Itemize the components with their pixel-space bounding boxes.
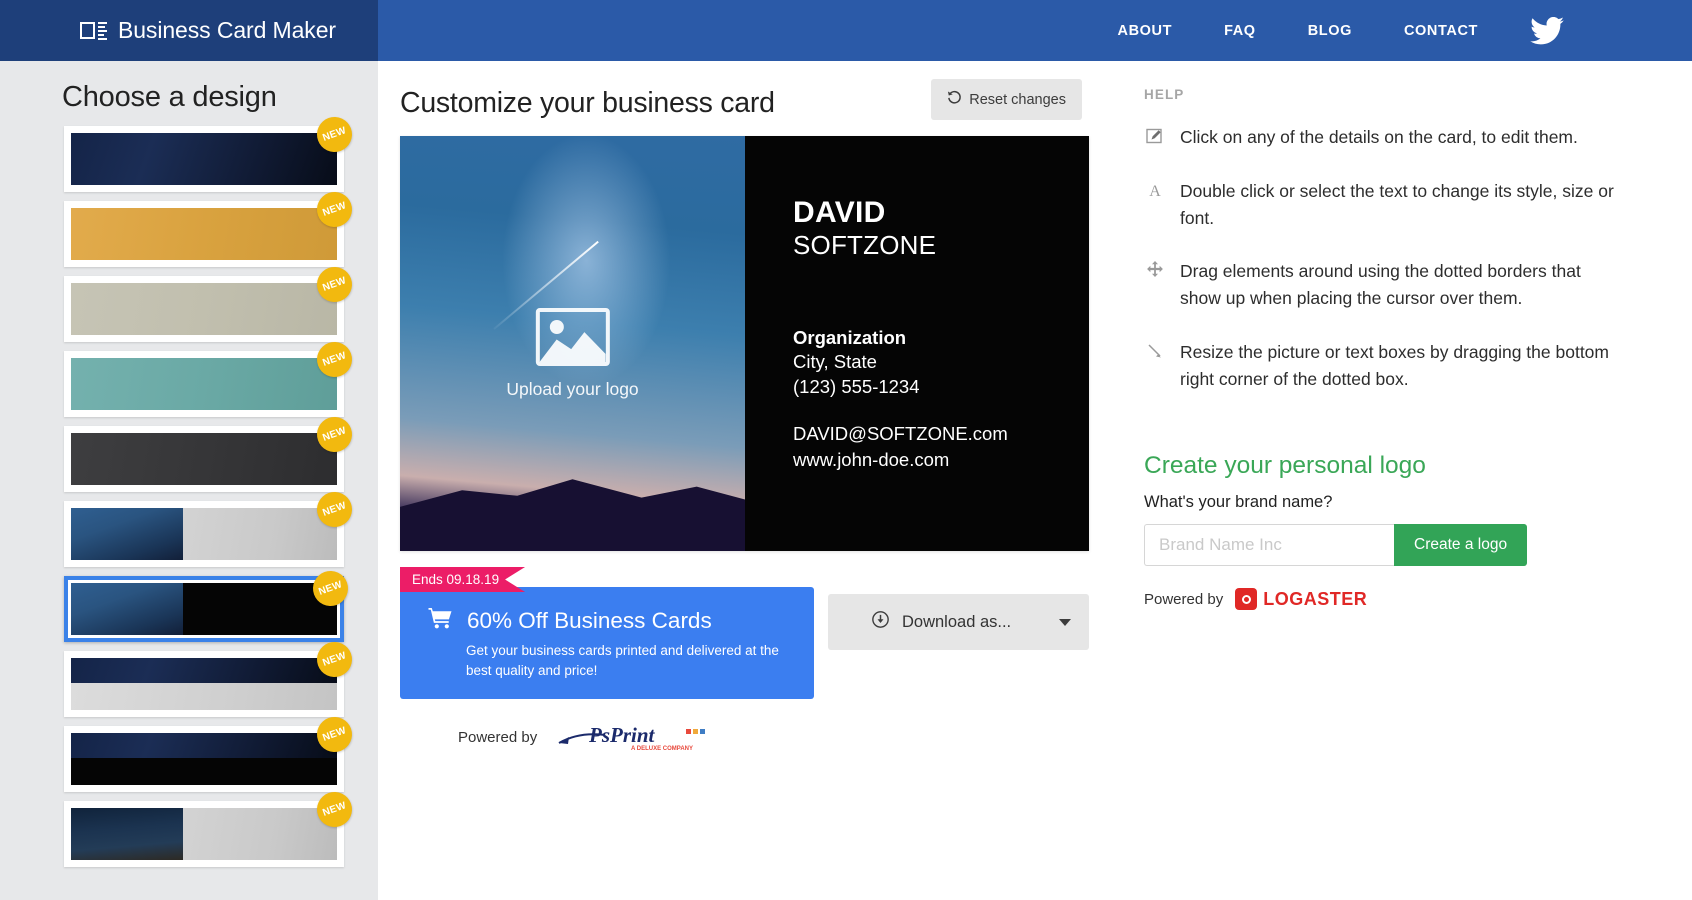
reset-changes-label: Reset changes xyxy=(969,91,1066,108)
card-list-icon xyxy=(80,21,107,40)
design-thumbnail xyxy=(71,733,337,785)
nav-link-about[interactable]: ABOUT xyxy=(1092,23,1199,39)
design-thumbnail xyxy=(71,133,337,185)
design-thumbnail xyxy=(71,583,337,635)
sidebar-title: Choose a design xyxy=(62,81,277,113)
nav-link-blog[interactable]: BLOG xyxy=(1282,23,1378,39)
help-item-text: Resize the picture or text boxes by drag… xyxy=(1180,341,1609,389)
download-as-label: Download as... xyxy=(902,612,1012,631)
edit-pencil-icon xyxy=(1144,124,1166,145)
design-thumbnail xyxy=(71,808,337,860)
promo-wrapper: Ends 09.18.19 60% Off Business Cards Get… xyxy=(400,567,814,699)
logo-promo-section: Create your personal logo What's your br… xyxy=(1144,452,1622,611)
help-heading: HELP xyxy=(1144,87,1185,102)
business-card-preview[interactable]: Upload your logo DAVID SOFTZONE Organiza… xyxy=(400,136,1089,551)
twitter-icon[interactable] xyxy=(1530,16,1564,45)
powered-by-logaster-row: Powered by LOGASTER xyxy=(1144,588,1622,611)
design-thumbnail xyxy=(71,208,337,260)
logo-promo-title: Create your personal logo xyxy=(1144,452,1426,480)
page-title: Customize your business card xyxy=(400,87,775,119)
design-option[interactable]: NEW xyxy=(64,337,357,417)
card-phone[interactable]: (123) 555-1234 xyxy=(793,375,1089,400)
help-panel: HELP Click on any of the details on the … xyxy=(1098,61,1692,900)
design-thumbnail xyxy=(71,283,337,335)
nav-link-contact[interactable]: CONTACT xyxy=(1378,23,1504,39)
card-city-state[interactable]: City, State xyxy=(793,350,1089,375)
card-first-name[interactable]: DAVID xyxy=(793,196,1089,229)
logaster-logo: LOGASTER xyxy=(1235,588,1368,611)
promo-title-row: 60% Off Business Cards xyxy=(428,607,792,635)
reset-changes-button[interactable]: Reset changes xyxy=(931,79,1082,120)
logaster-wordmark: LOGASTER xyxy=(1263,588,1368,609)
design-option[interactable]: NEW xyxy=(64,262,357,342)
promo-banner[interactable]: 60% Off Business Cards Get your business… xyxy=(400,587,814,699)
design-option[interactable]: NEW xyxy=(64,412,357,492)
move-arrows-icon xyxy=(1144,258,1166,279)
main-navigation: ABOUT FAQ BLOG CONTACT xyxy=(378,0,1692,61)
download-as-button[interactable]: Download as... xyxy=(828,594,1089,650)
cart-icon xyxy=(428,607,453,635)
design-thumbnail xyxy=(71,658,337,710)
promo-title: 60% Off Business Cards xyxy=(467,608,712,633)
design-thumbnail xyxy=(71,433,337,485)
card-organization[interactable]: Organization xyxy=(793,326,1089,351)
help-item-text: Drag elements around using the dotted bo… xyxy=(1180,261,1581,309)
logaster-powered-label: Powered by xyxy=(1144,590,1224,608)
help-item: A Double click or select the text to cha… xyxy=(1144,178,1622,232)
logo-promo-question: What's your brand name? xyxy=(1144,493,1333,512)
card-image-side[interactable]: Upload your logo xyxy=(400,136,745,551)
logo-form: Create a logo xyxy=(1144,524,1528,567)
card-website[interactable]: www.john-doe.com xyxy=(793,447,1089,472)
design-option[interactable]: NEW xyxy=(64,637,357,717)
app-title: Business Card Maker xyxy=(118,17,336,43)
card-email[interactable]: DAVID@SOFTZONE.com xyxy=(793,421,1089,446)
svg-text:A: A xyxy=(1149,183,1161,199)
design-sidebar: Choose a design NEW NEW NEW NEW NEW NEW NEW NEW… xyxy=(0,61,378,900)
help-item: Resize the picture or text boxes by drag… xyxy=(1144,339,1622,393)
chevron-down-icon[interactable] xyxy=(1059,618,1071,626)
powered-by-label: Powered by xyxy=(458,728,538,746)
psprint-logo: PsPrint A DELUXE COMPANY xyxy=(555,721,707,753)
card-last-name[interactable]: SOFTZONE xyxy=(793,229,1089,262)
download-circle-icon xyxy=(872,611,889,633)
powered-by-psprint-row: Powered by PsPrint A DELUXE COMPANY xyxy=(400,721,1098,753)
design-list: NEW NEW NEW NEW NEW NEW NEW NEW NEW NEW xyxy=(0,112,378,867)
design-option[interactable]: NEW xyxy=(64,487,357,567)
logaster-mark-icon xyxy=(1235,588,1258,611)
design-option[interactable]: NEW xyxy=(64,566,353,642)
brand-name-input[interactable] xyxy=(1144,524,1394,567)
main-panel: Customize your business card Reset chang… xyxy=(378,61,1098,900)
promo-subtitle: Get your business cards printed and deli… xyxy=(466,643,779,678)
promo-row: Ends 09.18.19 60% Off Business Cards Get… xyxy=(400,567,1098,699)
upload-logo-dropzone[interactable]: Upload your logo xyxy=(506,308,639,400)
app-header: Business Card Maker ABOUT FAQ BLOG CONTA… xyxy=(0,0,1692,61)
design-option[interactable]: NEW xyxy=(64,712,357,792)
text-style-icon: A xyxy=(1144,178,1166,199)
help-item: Click on any of the details on the card,… xyxy=(1144,124,1622,151)
upload-logo-label: Upload your logo xyxy=(506,379,639,399)
design-thumbnail xyxy=(71,358,337,410)
svg-text:PsPrint: PsPrint xyxy=(588,723,656,747)
resize-corner-icon xyxy=(1144,339,1166,360)
design-thumbnail xyxy=(71,508,337,560)
design-option[interactable]: NEW xyxy=(64,787,357,867)
nav-link-faq[interactable]: FAQ xyxy=(1198,23,1282,39)
brand-area[interactable]: Business Card Maker xyxy=(0,0,378,61)
create-logo-button[interactable]: Create a logo xyxy=(1394,524,1528,567)
svg-text:A DELUXE COMPANY: A DELUXE COMPANY xyxy=(631,746,693,752)
help-item-text: Click on any of the details on the card,… xyxy=(1180,127,1578,147)
help-item: Drag elements around using the dotted bo… xyxy=(1144,258,1622,312)
main-header-row: Customize your business card Reset chang… xyxy=(400,79,1098,120)
card-org-block: Organization City, State (123) 555-1234 xyxy=(793,326,1089,401)
help-item-text: Double click or select the text to chang… xyxy=(1180,180,1614,228)
card-details-side[interactable]: DAVID SOFTZONE Organization City, State … xyxy=(745,136,1089,551)
image-placeholder-icon xyxy=(535,308,610,366)
undo-icon xyxy=(947,90,962,109)
promo-ribbon: Ends 09.18.19 xyxy=(400,567,526,592)
design-option[interactable]: NEW xyxy=(64,112,357,192)
design-option[interactable]: NEW xyxy=(64,187,357,267)
card-contact-block: DAVID@SOFTZONE.com www.john-doe.com xyxy=(793,421,1089,472)
